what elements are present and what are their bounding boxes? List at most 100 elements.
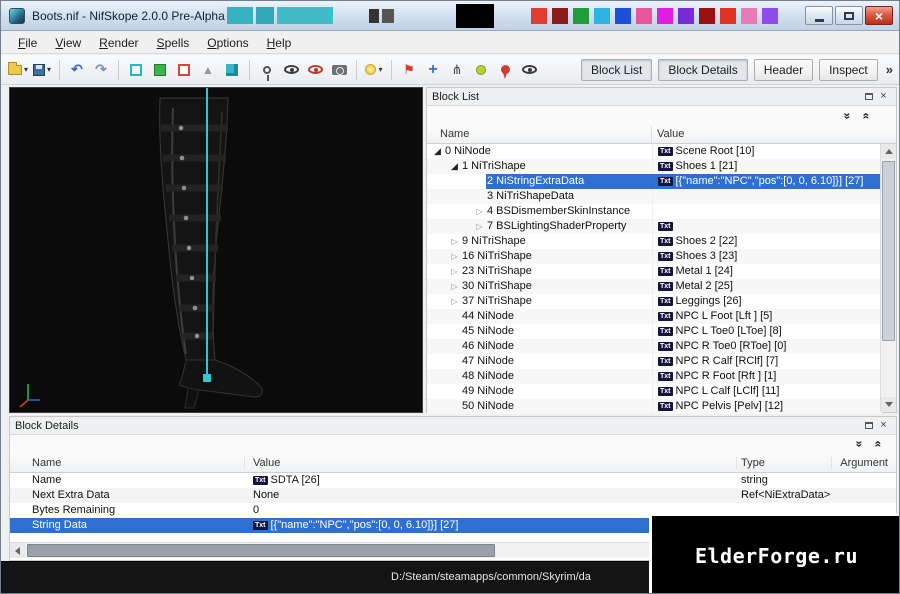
collapse-all-button[interactable]: » <box>840 113 854 120</box>
column-header-value[interactable]: Value <box>652 126 896 143</box>
expand-all-button[interactable]: « <box>872 441 886 448</box>
tree-row[interactable]: ▷4 BSDismemberSkinInstance <box>427 204 882 219</box>
dock-float-button[interactable] <box>861 419 876 433</box>
screenshot-button[interactable] <box>328 58 350 82</box>
eye-icon <box>284 65 299 74</box>
menu-spells[interactable]: Spells <box>148 32 199 53</box>
tree-row[interactable]: ▷16 NiTriShape TxtShoes 3 [23] <box>427 249 882 264</box>
tree-row[interactable]: 50 NiNode TxtNPC Pelvis [Pelv] [12] <box>427 399 882 414</box>
toggle-block-details-button[interactable]: Block Details <box>658 59 747 81</box>
block-list-column-header[interactable]: Name Value <box>427 126 896 144</box>
toggle-inspect-button[interactable]: Inspect <box>819 59 878 81</box>
show-markers-button[interactable] <box>304 58 326 82</box>
block-list-scrollbar[interactable] <box>880 144 896 412</box>
pin-marker-button[interactable] <box>494 58 516 82</box>
block-details-column-header[interactable]: Name Value Type Argument <box>10 453 896 473</box>
status-file-path: D:/Steam/steamapps/common/Skyrim/da <box>391 571 591 583</box>
menu-render[interactable]: Render <box>90 32 147 53</box>
expand-branch-icon[interactable]: ▷ <box>448 234 461 249</box>
column-header-argument[interactable]: Argument <box>832 457 896 469</box>
column-header-value[interactable]: Value <box>245 457 737 469</box>
row-label: 2 NiStringExtraData <box>486 174 652 189</box>
paint-mode-button[interactable]: ⚑ <box>398 58 420 82</box>
dropdown-caret-icon: ▾ <box>47 65 51 74</box>
open-file-button[interactable]: ▾ <box>7 58 29 82</box>
titlebar[interactable]: Boots.nif - NifSkope 2.0.0 Pre-Alpha 2 × <box>1 1 899 31</box>
status-light-button[interactable] <box>470 58 492 82</box>
lighting-button[interactable]: ▾ <box>363 58 385 82</box>
expand-branch-icon[interactable]: ▷ <box>448 249 461 264</box>
show-triangles-button[interactable] <box>149 58 171 82</box>
menu-help[interactable]: Help <box>258 32 301 53</box>
collapse-branch-icon[interactable]: ◢ <box>431 144 444 159</box>
hierarchy-button[interactable]: ⋔ <box>446 58 468 82</box>
toolbar-separator <box>249 60 250 80</box>
eye-icon <box>522 65 537 74</box>
tree-row[interactable]: ◢0 NiNode TxtScene Root [10] <box>427 144 882 159</box>
tree-row[interactable]: 46 NiNode TxtNPC R Toe0 [RToe] [0] <box>427 339 882 354</box>
save-file-button[interactable]: ▾ <box>31 58 53 82</box>
visibility-button[interactable] <box>518 58 540 82</box>
dock-float-button[interactable] <box>861 90 876 104</box>
collapse-all-button[interactable]: » <box>852 441 866 448</box>
expand-branch-icon[interactable]: ▷ <box>448 294 461 309</box>
expand-branch-icon[interactable]: ▷ <box>448 279 461 294</box>
scroll-left-button[interactable] <box>10 543 25 558</box>
dock-close-button[interactable]: × <box>876 90 891 104</box>
tree-row[interactable]: 44 NiNode TxtNPC L Foot [Lft ] [5] <box>427 309 882 324</box>
tree-row[interactable]: ▷30 NiTriShape TxtMetal 2 [25] <box>427 279 882 294</box>
scroll-up-button[interactable] <box>881 144 896 159</box>
menu-file[interactable]: File <box>9 32 46 53</box>
tree-row[interactable]: ◢1 NiTriShape TxtShoes 1 [21] <box>427 159 882 174</box>
show-axes-button[interactable]: + <box>422 58 444 82</box>
detail-row[interactable]: Name TxtSDTA [26] string <box>10 473 896 488</box>
column-header-name[interactable]: Name <box>10 457 245 469</box>
toggle-header-button[interactable]: Header <box>754 59 813 81</box>
show-normals-button[interactable]: ▲ <box>197 58 219 82</box>
column-header-type[interactable]: Type <box>737 457 832 469</box>
block-list-titlebar[interactable]: Block List × <box>427 88 896 106</box>
tree-row[interactable]: 47 NiNode TxtNPC R Calf [RClf] [7] <box>427 354 882 369</box>
menu-view[interactable]: View <box>46 32 90 53</box>
tree-row[interactable]: 48 NiNode TxtNPC R Foot [Rft ] [1] <box>427 369 882 384</box>
show-vertices-button[interactable] <box>125 58 147 82</box>
block-details-titlebar[interactable]: Block Details × <box>10 417 896 435</box>
show-meshes-button[interactable] <box>221 58 243 82</box>
arrow-left-icon <box>15 547 20 555</box>
dock-close-button[interactable]: × <box>876 419 891 433</box>
show-hidden-button[interactable] <box>280 58 302 82</box>
tree-row[interactable]: 3 NiTriShapeData <box>427 189 882 204</box>
redo-button[interactable]: ↷ <box>90 58 112 82</box>
detail-row[interactable]: Next Extra Data None Ref<NiExtraData> <box>10 488 896 503</box>
expand-branch-icon[interactable]: ▷ <box>448 264 461 279</box>
tree-row[interactable]: ▷7 BSLightingShaderProperty Txt <box>427 219 882 234</box>
minimize-button[interactable] <box>805 6 833 25</box>
tree-row[interactable]: 45 NiNode TxtNPC L Toe0 [LToe] [8] <box>427 324 882 339</box>
collapse-branch-icon[interactable]: ◢ <box>448 159 461 174</box>
show-nodes-button[interactable] <box>256 58 278 82</box>
column-header-name[interactable]: Name <box>427 126 652 143</box>
titlebar-artifact <box>256 7 274 24</box>
maximize-button[interactable] <box>835 6 863 25</box>
expand-all-button[interactable]: « <box>860 113 874 120</box>
toolbar-overflow-chevron[interactable]: » <box>886 62 893 77</box>
menu-bar: File View Render Spells Options Help <box>1 32 899 54</box>
tree-row-selected[interactable]: 2 NiStringExtraData Txt[{"name":"NPC","p… <box>427 174 882 189</box>
viewport-3d[interactable] <box>9 87 423 413</box>
scrollbar-thumb[interactable] <box>27 544 495 557</box>
tree-row[interactable]: 49 NiNode TxtNPC L Calf [LClf] [11] <box>427 384 882 399</box>
show-textures-button[interactable] <box>173 58 195 82</box>
undo-button[interactable]: ↶ <box>66 58 88 82</box>
expand-branch-icon[interactable]: ▷ <box>473 219 486 234</box>
scroll-down-button[interactable] <box>881 397 896 412</box>
scrollbar-thumb[interactable] <box>882 161 895 341</box>
close-button[interactable]: × <box>865 6 893 25</box>
tree-row[interactable]: ▷37 NiTriShape TxtLeggings [26] <box>427 294 882 309</box>
menu-options[interactable]: Options <box>198 32 257 53</box>
toggle-block-list-button[interactable]: Block List <box>581 59 652 81</box>
tree-row[interactable]: ▷23 NiTriShape TxtMetal 1 [24] <box>427 264 882 279</box>
tree-row[interactable]: ▷9 NiTriShape TxtShoes 2 [22] <box>427 234 882 249</box>
row-value: Shoes 3 [23] <box>676 249 738 264</box>
expand-branch-icon[interactable]: ▷ <box>473 204 486 219</box>
txt-icon: Txt <box>658 342 673 351</box>
